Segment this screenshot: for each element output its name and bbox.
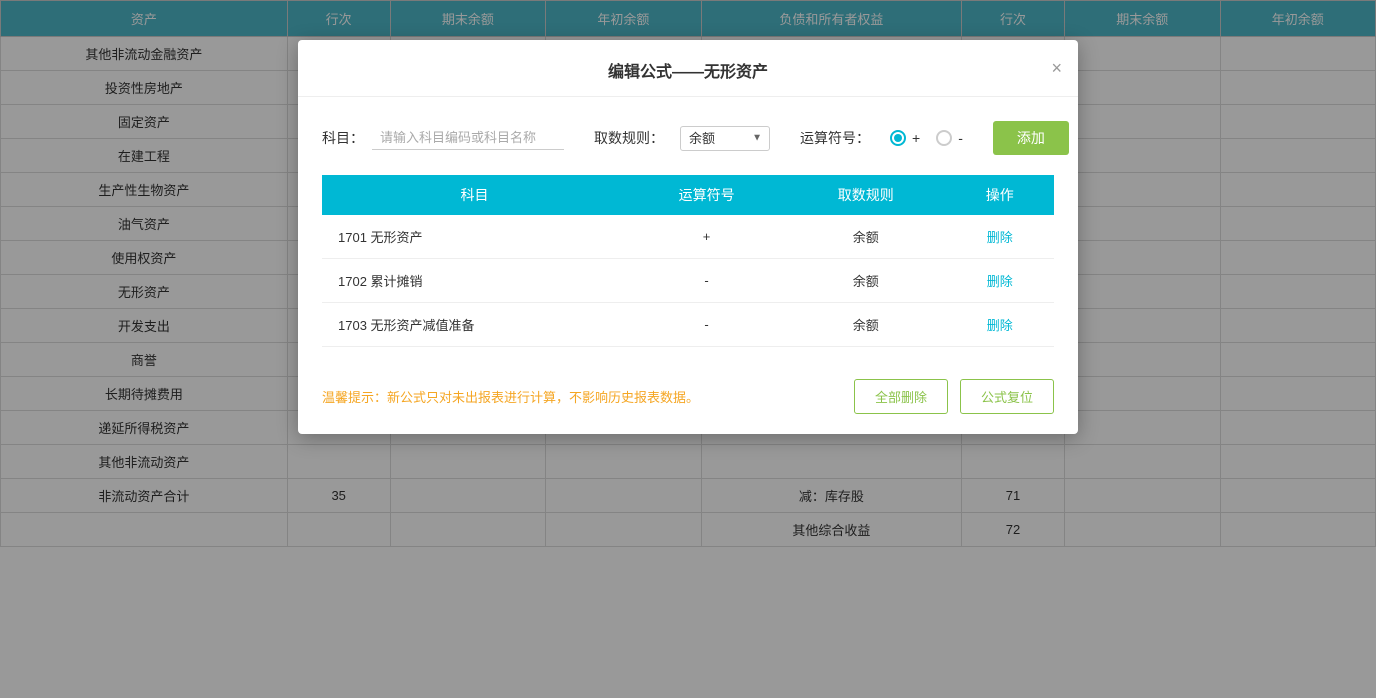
rule-label: 取数规则： <box>594 128 664 148</box>
formula-operator: - <box>627 303 786 347</box>
formula-subject: 1703 无形资产减值准备 <box>322 303 627 347</box>
modal-header: 编辑公式——无形资产 × <box>298 40 1078 97</box>
footer-hint: 温馨提示：新公式只对未出报表进行计算，不影响历史报表数据。 <box>322 387 699 406</box>
delete-link[interactable]: 删除 <box>987 274 1013 289</box>
minus-label: - <box>958 130 963 146</box>
operator-label: 运算符号： <box>800 128 870 148</box>
formula-operator: - <box>627 259 786 303</box>
modal-title: 编辑公式——无形资产 <box>608 64 768 81</box>
formula-subject: 1702 累计摊销 <box>322 259 627 303</box>
table-header-rule: 取数规则 <box>786 175 945 215</box>
formula-action: 删除 <box>945 303 1054 347</box>
delete-all-button[interactable]: 全部删除 <box>854 379 948 414</box>
plus-radio-circle <box>890 130 906 146</box>
table-header-action: 操作 <box>945 175 1054 215</box>
table-row: 1701 无形资产+余额 删除 <box>322 215 1054 259</box>
edit-formula-modal: 编辑公式——无形资产 × 科目： 取数规则： 余额 借方发生额 <box>298 40 1078 434</box>
formula-rule: 余额 <box>786 303 945 347</box>
subject-label: 科目： <box>322 128 364 148</box>
reset-button[interactable]: 公式复位 <box>960 379 1054 414</box>
formula-action: 删除 <box>945 259 1054 303</box>
subject-input[interactable] <box>372 126 564 150</box>
formula-operator: + <box>627 215 786 259</box>
operator-section: 运算符号： + - <box>800 128 963 148</box>
table-row: 1703 无形资产减值准备-余额 删除 <box>322 303 1054 347</box>
plus-label: + <box>912 130 920 146</box>
formula-rule: 余额 <box>786 259 945 303</box>
page-container: 资产 行次 期末余额 年初余额 负债和所有者权益 行次 期末余额 年初余额 其他… <box>0 0 1376 698</box>
operator-plus-radio[interactable]: + <box>890 130 920 146</box>
modal-body: 科目： 取数规则： 余额 借方发生额 贷方发生额 <box>298 97 1078 363</box>
formula-subject: 1701 无形资产 <box>322 215 627 259</box>
minus-radio-circle <box>936 130 952 146</box>
delete-link[interactable]: 删除 <box>987 318 1013 333</box>
modal-footer: 温馨提示：新公式只对未出报表进行计算，不影响历史报表数据。 全部删除 公式复位 <box>298 363 1078 434</box>
modal-overlay: 编辑公式——无形资产 × 科目： 取数规则： 余额 借方发生额 <box>0 0 1376 698</box>
operator-minus-radio[interactable]: - <box>936 130 963 146</box>
formula-table: 科目 运算符号 取数规则 操作 1701 无形资产+余额删除1702 累计摊销-… <box>322 175 1054 347</box>
formula-rule: 余额 <box>786 215 945 259</box>
table-row: 1702 累计摊销-余额 删除 <box>322 259 1054 303</box>
add-button[interactable]: 添加 <box>993 121 1069 155</box>
modal-close-button[interactable]: × <box>1051 59 1062 77</box>
rule-section: 取数规则： 余额 借方发生额 贷方发生额 <box>594 126 770 151</box>
table-header-operator: 运算符号 <box>627 175 786 215</box>
delete-link[interactable]: 删除 <box>987 230 1013 245</box>
formula-form: 科目： 取数规则： 余额 借方发生额 贷方发生额 <box>322 121 1054 155</box>
table-header-subject: 科目 <box>322 175 627 215</box>
footer-buttons: 全部删除 公式复位 <box>854 379 1054 414</box>
formula-action: 删除 <box>945 215 1054 259</box>
rule-select[interactable]: 余额 借方发生额 贷方发生额 <box>680 126 770 151</box>
operator-radio-group: + - <box>890 130 963 146</box>
rule-select-wrapper[interactable]: 余额 借方发生额 贷方发生额 <box>680 126 770 151</box>
